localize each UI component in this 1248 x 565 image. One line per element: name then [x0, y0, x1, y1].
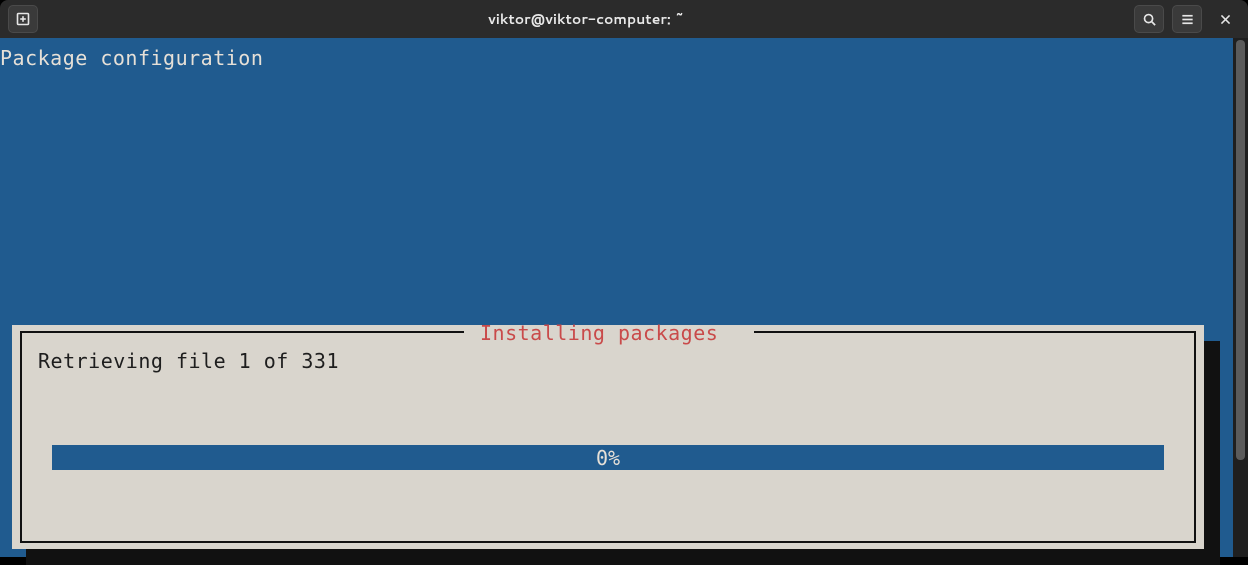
- terminal-area[interactable]: Package configuration Installing package…: [0, 38, 1233, 557]
- progress-bar: 0%: [52, 445, 1164, 470]
- new-tab-icon: [15, 11, 31, 27]
- progress-percent-label: 0%: [596, 446, 620, 470]
- dialog-status-text: Retrieving file 1 of 331: [38, 349, 339, 373]
- search-button[interactable]: [1134, 5, 1164, 33]
- search-icon: [1142, 12, 1157, 27]
- titlebar: viktor@viktor-computer: ~: [0, 0, 1248, 38]
- package-config-header: Package configuration: [0, 46, 263, 70]
- close-icon: [1219, 13, 1232, 26]
- menu-button[interactable]: [1172, 5, 1202, 33]
- hamburger-icon: [1180, 12, 1195, 27]
- scrollbar[interactable]: [1233, 38, 1248, 557]
- dialog-title: Installing packages: [480, 321, 718, 345]
- scrollbar-thumb[interactable]: [1236, 40, 1245, 460]
- close-button[interactable]: [1210, 5, 1240, 33]
- window-title: viktor@viktor-computer: ~: [46, 9, 1126, 29]
- installing-packages-dialog: Installing packages Retrieving file 1 of…: [12, 325, 1204, 549]
- titlebar-right-buttons: [1134, 5, 1240, 33]
- new-tab-button[interactable]: [8, 5, 38, 33]
